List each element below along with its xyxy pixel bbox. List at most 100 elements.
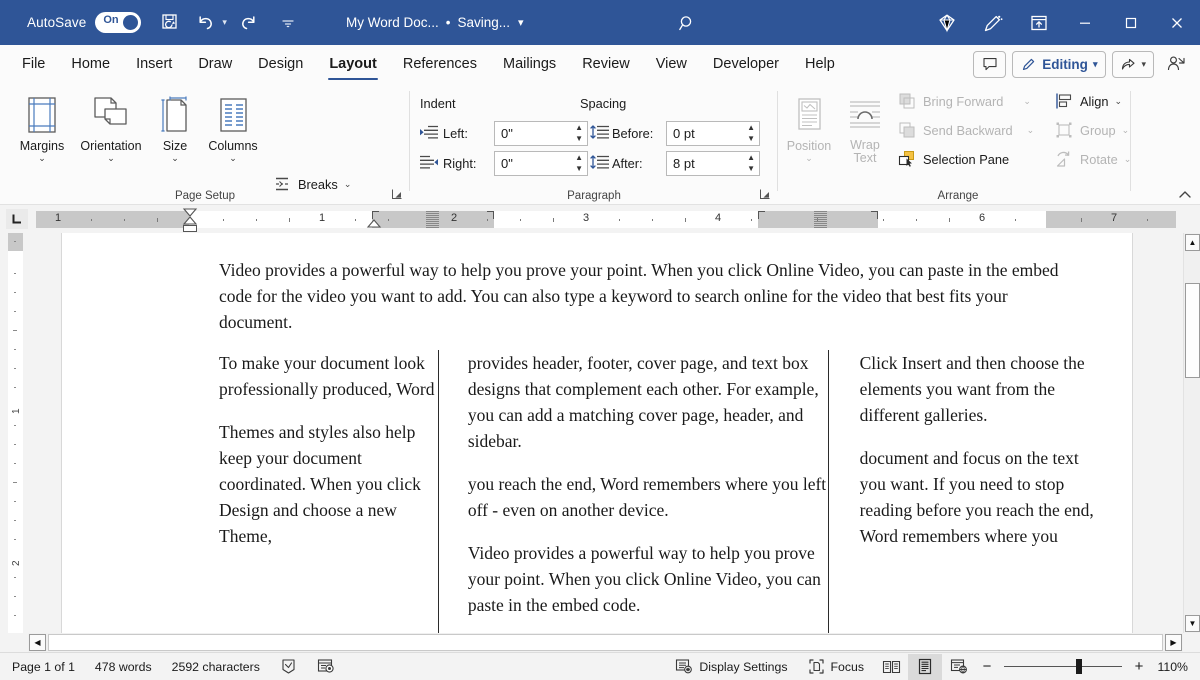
editing-mode-button[interactable]: Editing ▾ bbox=[1012, 51, 1106, 78]
right-indent-marker[interactable] bbox=[366, 219, 382, 229]
spacing-after-field[interactable]: ▲▼ bbox=[666, 151, 760, 176]
close-icon[interactable] bbox=[1154, 0, 1200, 45]
indent-right-field[interactable]: ▲▼ bbox=[494, 151, 588, 176]
print-layout-icon[interactable] bbox=[908, 654, 942, 680]
zoom-level-label[interactable]: 110% bbox=[1150, 660, 1196, 674]
paragraph[interactable]: document and focus on the text you want.… bbox=[860, 445, 1109, 549]
share-button[interactable]: ▾ bbox=[1112, 51, 1154, 78]
horizontal-scroll-thumb[interactable] bbox=[48, 634, 1163, 651]
column-gutter-handle[interactable] bbox=[426, 211, 439, 228]
document-column-1[interactable]: To make your document look professionall… bbox=[219, 350, 438, 633]
spacing-after-input[interactable] bbox=[667, 152, 745, 175]
accessibility-checker-icon[interactable] bbox=[307, 655, 345, 679]
left-indent-marker[interactable] bbox=[183, 225, 197, 232]
tab-references[interactable]: References bbox=[390, 45, 490, 83]
document-column-2[interactable]: provides header, footer, cover page, and… bbox=[438, 350, 828, 633]
autosave-toggle[interactable]: On bbox=[95, 12, 141, 33]
spacing-after-spinner[interactable]: ▲▼ bbox=[745, 152, 759, 175]
tab-layout[interactable]: Layout bbox=[316, 45, 390, 83]
scroll-up-arrow-icon[interactable]: ▲ bbox=[1185, 234, 1200, 251]
document-canvas[interactable]: Video provides a powerful way to help yo… bbox=[28, 233, 1200, 633]
copilot-diamond-icon[interactable] bbox=[924, 0, 970, 45]
indent-left-input[interactable] bbox=[495, 122, 573, 145]
tab-review[interactable]: Review bbox=[569, 45, 643, 83]
paragraph[interactable]: Themes and styles also help keep your do… bbox=[219, 419, 438, 549]
horizontal-ruler[interactable]: 1 1 2 3 4 6 7 bbox=[0, 205, 1200, 233]
spacing-before-field[interactable]: ▲▼ bbox=[666, 121, 760, 146]
rotate-button[interactable]: Rotate ⌄ bbox=[1050, 146, 1135, 172]
page-setup-dialog-launcher-icon[interactable] bbox=[389, 186, 404, 201]
page-indicator[interactable]: Page 1 of 1 bbox=[2, 655, 85, 679]
focus-button[interactable]: Focus bbox=[798, 655, 875, 679]
column-gutter-handle[interactable] bbox=[814, 211, 827, 228]
position-button[interactable]: Position ⌄ bbox=[778, 89, 840, 163]
horizontal-scrollbar[interactable]: ◀ ▶ bbox=[28, 633, 1183, 652]
customize-quick-access-toolbar-icon[interactable] bbox=[273, 8, 303, 38]
tab-file[interactable]: File bbox=[9, 45, 58, 83]
tab-mailings[interactable]: Mailings bbox=[490, 45, 569, 83]
margins-button[interactable]: Margins ⌄ bbox=[8, 89, 76, 163]
save-icon[interactable] bbox=[155, 8, 185, 38]
indent-right-spinner[interactable]: ▲▼ bbox=[573, 152, 587, 175]
margins-chevron-down-icon[interactable]: ⌄ bbox=[38, 153, 46, 163]
display-settings-button[interactable]: Display Settings bbox=[665, 655, 797, 679]
redo-icon[interactable] bbox=[233, 8, 263, 38]
tab-draw[interactable]: Draw bbox=[185, 45, 245, 83]
column-marker-right[interactable] bbox=[487, 211, 494, 219]
document-page[interactable]: Video provides a powerful way to help yo… bbox=[61, 233, 1133, 633]
tab-view[interactable]: View bbox=[643, 45, 700, 83]
spacing-before-input[interactable] bbox=[667, 122, 745, 145]
spacing-before-spinner[interactable]: ▲▼ bbox=[745, 122, 759, 145]
column-marker-left[interactable] bbox=[758, 211, 765, 219]
document-title-area[interactable]: My Word Doc... • Saving... ▾ bbox=[346, 0, 524, 45]
web-layout-icon[interactable] bbox=[942, 654, 976, 680]
share-people-icon[interactable] bbox=[1160, 49, 1192, 79]
paragraph[interactable]: Video provides a powerful way to help yo… bbox=[468, 540, 828, 618]
columns-chevron-down-icon[interactable]: ⌄ bbox=[229, 153, 237, 163]
breaks-chevron-down-icon[interactable]: ⌄ bbox=[344, 179, 352, 190]
indent-left-field[interactable]: ▲▼ bbox=[494, 121, 588, 146]
tab-home[interactable]: Home bbox=[58, 45, 123, 83]
pen-designer-icon[interactable] bbox=[970, 0, 1016, 45]
columns-button[interactable]: Columns ⌄ bbox=[200, 89, 266, 163]
vertical-scrollbar[interactable]: ▲ ▼ bbox=[1183, 233, 1200, 633]
paragraph[interactable]: provides header, footer, cover page, and… bbox=[468, 350, 828, 454]
tab-insert[interactable]: Insert bbox=[123, 45, 185, 83]
breaks-button[interactable]: Breaks ⌄ bbox=[268, 171, 355, 197]
editing-chevron-down-icon[interactable]: ▾ bbox=[1093, 59, 1098, 70]
column-marker-left[interactable] bbox=[372, 211, 379, 219]
scroll-left-arrow-icon[interactable]: ◀ bbox=[29, 634, 46, 651]
undo-icon[interactable] bbox=[191, 8, 221, 38]
word-count[interactable]: 478 words bbox=[85, 655, 162, 679]
group-button[interactable]: Group ⌄ bbox=[1050, 117, 1133, 143]
size-button[interactable]: Size ⌄ bbox=[148, 89, 202, 163]
bring-forward-button[interactable]: Bring Forward ⌄ bbox=[893, 88, 1035, 114]
bring-forward-chevron-down-icon[interactable]: ⌄ bbox=[1023, 96, 1031, 107]
tab-developer[interactable]: Developer bbox=[700, 45, 792, 83]
align-chevron-down-icon[interactable]: ⌄ bbox=[1114, 96, 1122, 107]
share-chevron-down-icon[interactable]: ▾ bbox=[1141, 59, 1146, 70]
collapse-ribbon-icon[interactable] bbox=[1178, 188, 1192, 202]
maximize-icon[interactable] bbox=[1108, 0, 1154, 45]
selection-pane-button[interactable]: Selection Pane bbox=[893, 146, 1013, 172]
align-button[interactable]: Align ⌄ bbox=[1050, 88, 1126, 114]
paragraph[interactable]: you reach the end, Word remembers where … bbox=[468, 471, 828, 523]
minimize-icon[interactable] bbox=[1062, 0, 1108, 45]
group-chevron-down-icon[interactable]: ⌄ bbox=[1122, 125, 1130, 136]
paragraph-dialog-launcher-icon[interactable] bbox=[757, 186, 772, 201]
scroll-right-arrow-icon[interactable]: ▶ bbox=[1165, 634, 1182, 651]
indent-left-spinner[interactable]: ▲▼ bbox=[573, 122, 587, 145]
column-marker-right[interactable] bbox=[871, 211, 878, 219]
zoom-slider-thumb[interactable] bbox=[1076, 659, 1082, 674]
zoom-slider[interactable] bbox=[1004, 656, 1122, 678]
document-column-3[interactable]: Click Insert and then choose the element… bbox=[828, 350, 1109, 633]
orientation-button[interactable]: Orientation ⌄ bbox=[72, 89, 150, 163]
zoom-out-button[interactable]: − bbox=[976, 658, 998, 675]
paragraph[interactable]: To make your document look professionall… bbox=[219, 350, 438, 402]
scroll-down-arrow-icon[interactable]: ▼ bbox=[1185, 615, 1200, 632]
vertical-scroll-thumb[interactable] bbox=[1185, 283, 1200, 378]
tab-stop-left-icon[interactable] bbox=[6, 209, 28, 229]
tab-design[interactable]: Design bbox=[245, 45, 316, 83]
wrap-text-button[interactable]: Wrap Text bbox=[836, 89, 894, 165]
orientation-chevron-down-icon[interactable]: ⌄ bbox=[107, 153, 115, 163]
